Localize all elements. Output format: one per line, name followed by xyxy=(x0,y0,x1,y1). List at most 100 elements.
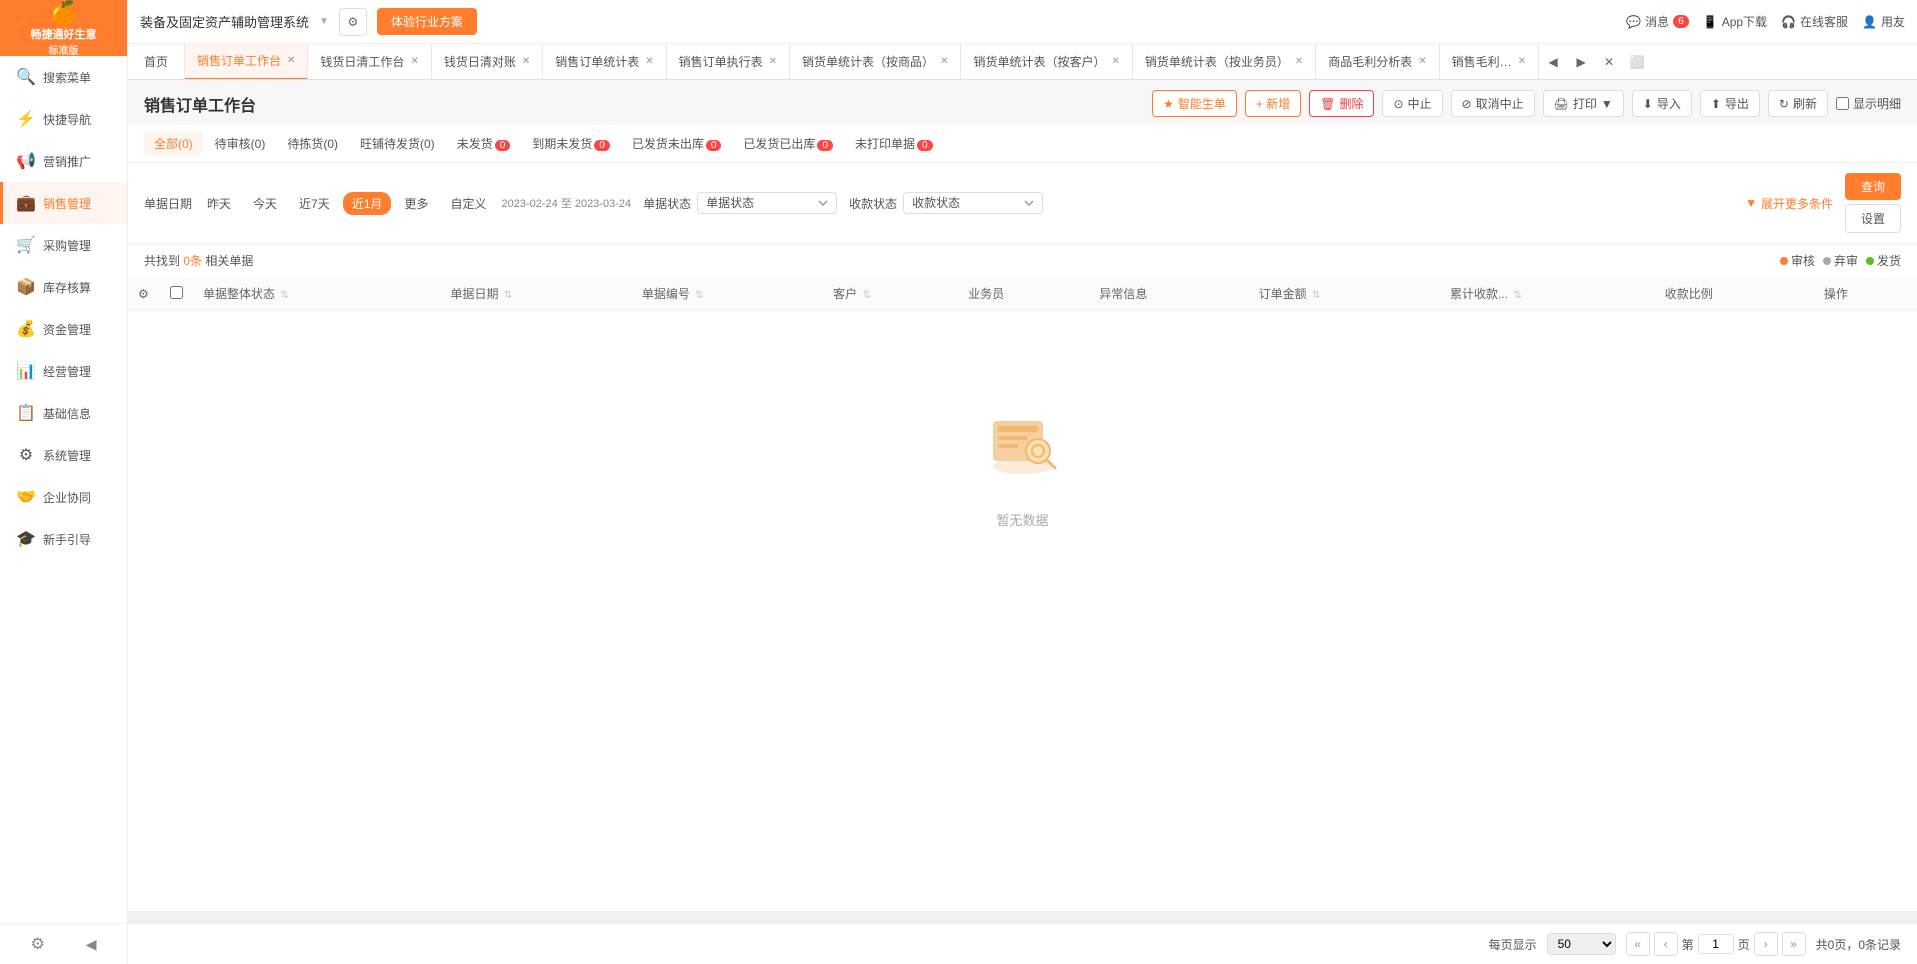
th-settings[interactable]: ⚙ xyxy=(128,277,160,311)
sub-tab-7[interactable]: 已发货已出库0 xyxy=(733,131,843,156)
select-all-check[interactable] xyxy=(170,286,183,299)
topbar: 装备及固定资产辅助管理系统 ▼ ⚙ 体验行业方案 💬 消息 6 📱 App下载 … xyxy=(128,0,1917,44)
refresh-btn[interactable]: ↻ 刷新 xyxy=(1768,90,1828,117)
prev-page-btn[interactable]: ‹ xyxy=(1654,932,1678,956)
sort-icon[interactable]: ⇅ xyxy=(504,290,512,301)
sub-tab-3[interactable]: 旺铺待发货(0) xyxy=(350,131,445,156)
sidebar-item-经营管理[interactable]: 📊 经营管理 xyxy=(0,350,127,392)
yesterday-btn[interactable]: 昨天 xyxy=(198,192,240,215)
next-page-btn[interactable]: › xyxy=(1754,932,1778,956)
sidebar-collapse-icon[interactable]: ◀ xyxy=(86,936,97,953)
horizontal-scrollbar[interactable] xyxy=(128,911,1917,923)
tab-8[interactable]: 销货单统计表（按业务员）✕ xyxy=(1133,44,1316,80)
tab-9[interactable]: 商品毛利分析表✕ xyxy=(1316,44,1439,80)
online-service-btn[interactable]: 🎧 在线客服 xyxy=(1781,13,1848,30)
sidebar-item-系统管理[interactable]: ⚙ 系统管理 xyxy=(0,434,127,476)
filter-setting-btn[interactable]: 设置 xyxy=(1845,204,1901,233)
tab-close-1[interactable]: ✕ xyxy=(287,55,295,66)
tab-close-2[interactable]: ✕ xyxy=(410,56,418,67)
last1month-btn[interactable]: 近1月 xyxy=(343,192,392,215)
sidebar-item-营销推广[interactable]: 📢 营销推广 xyxy=(0,140,127,182)
revoke-op-btn[interactable]: 弃审 xyxy=(1823,252,1858,269)
payment-select[interactable]: 收款状态 xyxy=(903,192,1043,214)
sub-tab-8[interactable]: 未打印单据0 xyxy=(845,131,943,156)
tab-7[interactable]: 销货单统计表（按客户）✕ xyxy=(961,44,1132,80)
tabs-prev-btn[interactable]: ◀ xyxy=(1539,48,1567,76)
last7days-btn[interactable]: 近7天 xyxy=(290,192,339,215)
tab-3[interactable]: 钱货日清对账✕ xyxy=(432,44,543,80)
tab-10[interactable]: 销售毛利…✕ xyxy=(1440,44,1539,80)
sort-icon[interactable]: ⇅ xyxy=(1513,290,1521,301)
tab-1[interactable]: 销售订单工作台✕ xyxy=(185,44,308,80)
detail-checkbox[interactable] xyxy=(1836,97,1849,110)
status-select[interactable]: 单据状态 xyxy=(697,192,837,214)
tab-close-3[interactable]: ✕ xyxy=(522,56,530,67)
tabs-close-btn[interactable]: ✕ xyxy=(1595,48,1623,76)
add-btn[interactable]: + 新增 xyxy=(1245,90,1301,117)
tab-0[interactable]: 首页 xyxy=(128,44,185,80)
tab-close-4[interactable]: ✕ xyxy=(645,56,653,67)
show-detail-check[interactable]: 显示明细 xyxy=(1836,95,1901,112)
tab-6[interactable]: 销货单统计表（按商品）✕ xyxy=(790,44,961,80)
sub-tab-4[interactable]: 未发货0 xyxy=(447,131,521,156)
smart-generate-btn[interactable]: ★ 智能生单 xyxy=(1152,90,1237,117)
app-download-btn[interactable]: 📱 App下载 xyxy=(1703,13,1767,30)
last-page-btn[interactable]: » xyxy=(1782,932,1806,956)
topbar-settings-btn[interactable]: ⚙ xyxy=(339,8,367,36)
sort-icon[interactable]: ⇅ xyxy=(280,290,288,301)
sub-tab-5[interactable]: 到期未发货0 xyxy=(522,131,620,156)
query-btn[interactable]: 查询 xyxy=(1845,173,1901,200)
tabs-next-btn[interactable]: ▶ xyxy=(1567,48,1595,76)
first-page-btn[interactable]: « xyxy=(1626,932,1650,956)
experience-btn[interactable]: 体验行业方案 xyxy=(377,8,477,35)
sidebar-item-销售管理[interactable]: 💼 销售管理 xyxy=(0,182,127,224)
sidebar-settings-icon[interactable]: ⚙ xyxy=(30,934,44,954)
sort-icon[interactable]: ⇅ xyxy=(1312,290,1320,301)
tab-5[interactable]: 销售订单执行表✕ xyxy=(667,44,790,80)
tab-4[interactable]: 销售订单统计表✕ xyxy=(543,44,666,80)
print-btn[interactable]: 🖨 打印 ▼ xyxy=(1543,90,1624,117)
suspend-btn[interactable]: ⊙ 中止 xyxy=(1382,90,1442,117)
tab-2[interactable]: 钱货日清工作台✕ xyxy=(308,44,431,80)
date-filter-group: 单据日期 昨天 今天 近7天 近1月 更多 自定义 2023-02-24 至 2… xyxy=(144,192,631,215)
expand-more-btn[interactable]: ▼ 展开更多条件 xyxy=(1745,195,1833,212)
sidebar-item-搜索菜单[interactable]: 🔍 搜索菜单 xyxy=(0,56,127,98)
tab-close-7[interactable]: ✕ xyxy=(1111,56,1119,67)
sub-tab-2[interactable]: 待拣货(0) xyxy=(277,131,348,156)
tab-close-10[interactable]: ✕ xyxy=(1518,56,1526,67)
tab-close-9[interactable]: ✕ xyxy=(1418,56,1426,67)
import-btn[interactable]: ⬇ 导入 xyxy=(1632,90,1692,117)
tab-close-6[interactable]: ✕ xyxy=(940,56,948,67)
sidebar-item-快捷导航[interactable]: ⚡ 快捷导航 xyxy=(0,98,127,140)
message-btn[interactable]: 💬 消息 6 xyxy=(1626,13,1689,30)
sidebar-item-库存核算[interactable]: 📦 库存核算 xyxy=(0,266,127,308)
today-btn[interactable]: 今天 xyxy=(244,192,286,215)
review-op-btn[interactable]: 审核 xyxy=(1780,252,1815,269)
user-btn[interactable]: 👤 用友 xyxy=(1862,13,1905,30)
page-size-select[interactable]: 50 10 20 100 xyxy=(1547,933,1616,955)
tabs-maximize-btn[interactable]: ⬜ xyxy=(1623,48,1651,76)
sub-tab-6[interactable]: 已发货未出库0 xyxy=(622,131,732,156)
empty-text: 暂无数据 xyxy=(996,510,1048,529)
export-btn[interactable]: ⬆ 导出 xyxy=(1700,90,1760,117)
delete-btn[interactable]: 🗑 删除 xyxy=(1309,90,1374,117)
sidebar-item-企业协同[interactable]: 🤝 企业协同 xyxy=(0,476,127,518)
sub-tab-1[interactable]: 待审核(0) xyxy=(205,131,276,156)
tab-close-5[interactable]: ✕ xyxy=(769,56,777,67)
sub-tab-0[interactable]: 全部(0) xyxy=(144,131,203,156)
sidebar-item-新手引导[interactable]: 🎓 新手引导 xyxy=(0,518,127,560)
tab-close-8[interactable]: ✕ xyxy=(1295,56,1303,67)
more-date-btn[interactable]: 更多 xyxy=(395,192,437,215)
system-title: 装备及固定资产辅助管理系统 xyxy=(140,12,309,31)
page-input[interactable] xyxy=(1698,934,1734,954)
cancel-suspend-btn[interactable]: ⊘ 取消中止 xyxy=(1451,90,1535,117)
custom-date-btn[interactable]: 自定义 xyxy=(441,192,495,215)
sidebar-item-资金管理[interactable]: 💰 资金管理 xyxy=(0,308,127,350)
sidebar-label-2: 营销推广 xyxy=(43,153,91,170)
ship-op-btn[interactable]: 发货 xyxy=(1866,252,1901,269)
sort-icon[interactable]: ⇅ xyxy=(863,290,871,301)
sidebar-item-采购管理[interactable]: 🛒 采购管理 xyxy=(0,224,127,266)
sidebar-item-基础信息[interactable]: 📋 基础信息 xyxy=(0,392,127,434)
sort-icon[interactable]: ⇅ xyxy=(695,290,703,301)
th-check[interactable] xyxy=(160,277,193,311)
